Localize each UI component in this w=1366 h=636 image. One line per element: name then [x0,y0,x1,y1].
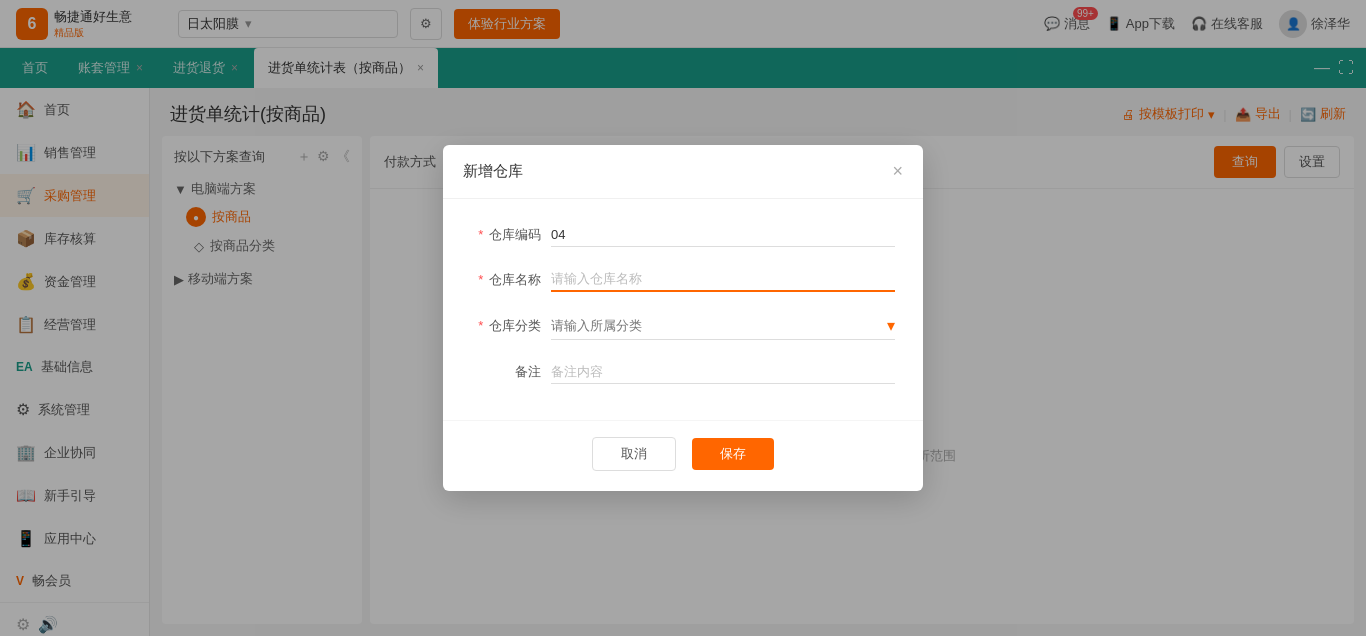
category-dropdown-icon[interactable]: ▾ [887,316,895,335]
new-warehouse-modal: 新增仓库 × * 仓库编码 * 仓库名称 [443,145,923,491]
category-input[interactable] [551,318,887,333]
cancel-button[interactable]: 取消 [592,437,676,471]
modal-body: * 仓库编码 * 仓库名称 * 仓库分类 [443,199,923,420]
category-select-wrap[interactable]: ▾ [551,312,895,340]
name-label: * 仓库名称 [471,271,551,289]
form-row-note: 备注 [471,360,895,384]
required-star-name: * [478,272,483,287]
code-input[interactable] [551,223,895,247]
modal-footer: 取消 保存 [443,420,923,491]
name-input[interactable] [551,267,895,292]
required-star-category: * [478,318,483,333]
note-label: 备注 [471,363,551,381]
code-label: * 仓库编码 [471,226,551,244]
note-input[interactable] [551,360,895,384]
modal-close-icon[interactable]: × [892,161,903,182]
required-star-code: * [478,227,483,242]
form-row-code: * 仓库编码 [471,223,895,247]
save-button[interactable]: 保存 [692,438,774,470]
form-row-category: * 仓库分类 ▾ [471,312,895,340]
modal-header: 新增仓库 × [443,145,923,199]
form-row-name: * 仓库名称 [471,267,895,292]
modal-overlay[interactable]: 新增仓库 × * 仓库编码 * 仓库名称 [0,0,1366,636]
category-label: * 仓库分类 [471,317,551,335]
modal-title: 新增仓库 [463,162,523,181]
